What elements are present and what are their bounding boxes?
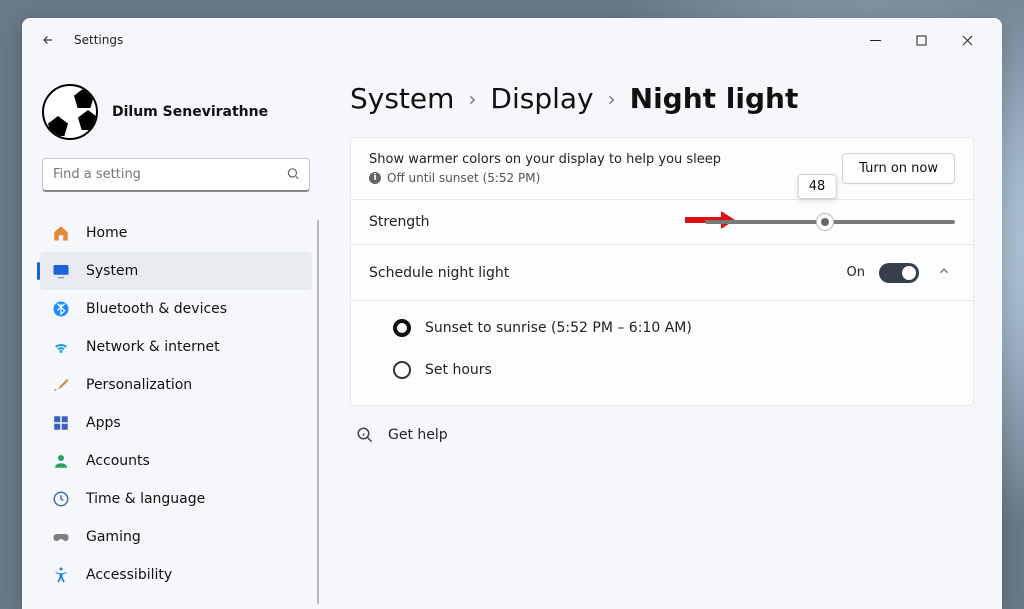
collapse-chevron-icon[interactable]	[933, 259, 955, 286]
radio-icon	[393, 319, 411, 337]
nav-list: Home System Bluetooth & devices Network …	[34, 214, 318, 594]
nav-label: System	[86, 263, 138, 279]
back-button[interactable]	[34, 26, 62, 54]
apps-icon	[52, 414, 70, 432]
system-icon	[52, 262, 70, 280]
nav-label: Gaming	[86, 529, 141, 545]
nav-label: Bluetooth & devices	[86, 301, 227, 317]
profile-section[interactable]: Dilum Senevirathne	[34, 80, 318, 158]
brush-icon	[52, 376, 70, 394]
radio-set-hours[interactable]: Set hours	[351, 349, 973, 391]
nav-item-bluetooth[interactable]: Bluetooth & devices	[40, 290, 312, 328]
breadcrumb-system[interactable]: System	[350, 82, 454, 115]
nav-item-time[interactable]: Time & language	[40, 480, 312, 518]
schedule-state-text: On	[847, 265, 865, 280]
wifi-icon	[52, 338, 70, 356]
nav-item-home[interactable]: Home	[40, 214, 312, 252]
settings-window: Settings Dilum Senevirathne	[22, 18, 1002, 609]
title-bar: Settings	[22, 18, 1002, 62]
strength-slider[interactable]: 48	[705, 220, 955, 224]
nav-label: Personalization	[86, 377, 192, 393]
nav-item-network[interactable]: Network & internet	[40, 328, 312, 366]
nav-label: Network & internet	[86, 339, 220, 355]
turn-on-button[interactable]: Turn on now	[842, 153, 955, 184]
schedule-row: Schedule night light On	[351, 244, 973, 300]
help-icon	[356, 426, 374, 444]
nav-label: Apps	[86, 415, 121, 431]
home-icon	[52, 224, 70, 242]
radio-icon	[393, 361, 411, 379]
sidebar: Dilum Senevirathne Home System	[22, 62, 322, 609]
clock-icon	[52, 490, 70, 508]
search-icon	[286, 166, 300, 185]
content-area: System › Display › Night light Show warm…	[322, 62, 1002, 609]
nav-label: Accounts	[86, 453, 150, 469]
minimize-button[interactable]	[852, 24, 898, 56]
breadcrumb-current: Night light	[630, 82, 799, 115]
slider-value-tooltip: 48	[798, 174, 837, 199]
nav-item-accessibility[interactable]: Accessibility	[40, 556, 312, 594]
nav-label: Accessibility	[86, 567, 172, 583]
chevron-right-icon: ›	[606, 87, 618, 111]
status-hint: i Off until sunset (5:52 PM)	[369, 171, 721, 185]
schedule-label: Schedule night light	[369, 265, 509, 281]
get-help-link[interactable]: Get help	[350, 406, 974, 464]
radio-label: Set hours	[425, 362, 492, 378]
strength-row: Strength 48	[351, 199, 973, 244]
info-icon: i	[369, 172, 381, 184]
nav-label: Home	[86, 225, 127, 241]
bluetooth-icon	[52, 300, 70, 318]
maximize-button[interactable]	[898, 24, 944, 56]
breadcrumb: System › Display › Night light	[350, 82, 974, 115]
nav-item-personalization[interactable]: Personalization	[40, 366, 312, 404]
help-label: Get help	[388, 427, 448, 443]
slider-thumb[interactable]: 48	[816, 213, 834, 231]
radio-sunset-to-sunrise[interactable]: Sunset to sunrise (5:52 PM – 6:10 AM)	[351, 307, 973, 349]
nav-item-accounts[interactable]: Accounts	[40, 442, 312, 480]
window-controls	[852, 24, 990, 56]
avatar	[42, 84, 98, 140]
nav-label: Time & language	[86, 491, 205, 507]
nav-item-gaming[interactable]: Gaming	[40, 518, 312, 556]
gamepad-icon	[52, 528, 70, 546]
summary-row: Show warmer colors on your display to he…	[351, 138, 973, 199]
close-button[interactable]	[944, 24, 990, 56]
profile-name: Dilum Senevirathne	[112, 104, 268, 120]
schedule-toggle[interactable]	[879, 263, 919, 283]
night-light-summary-card: Show warmer colors on your display to he…	[350, 137, 974, 406]
status-text: Off until sunset (5:52 PM)	[387, 171, 540, 185]
person-icon	[52, 452, 70, 470]
radio-label: Sunset to sunrise (5:52 PM – 6:10 AM)	[425, 320, 692, 336]
nav-item-apps[interactable]: Apps	[40, 404, 312, 442]
search-input[interactable]	[42, 158, 310, 192]
schedule-options: Sunset to sunrise (5:52 PM – 6:10 AM) Se…	[351, 300, 973, 405]
app-title: Settings	[74, 33, 123, 47]
description-text: Show warmer colors on your display to he…	[369, 152, 721, 167]
accessibility-icon	[52, 566, 70, 584]
chevron-right-icon: ›	[466, 87, 478, 111]
nav-item-system[interactable]: System	[40, 252, 312, 290]
search-wrap	[42, 158, 310, 192]
strength-label: Strength	[369, 214, 430, 230]
breadcrumb-display[interactable]: Display	[490, 82, 593, 115]
